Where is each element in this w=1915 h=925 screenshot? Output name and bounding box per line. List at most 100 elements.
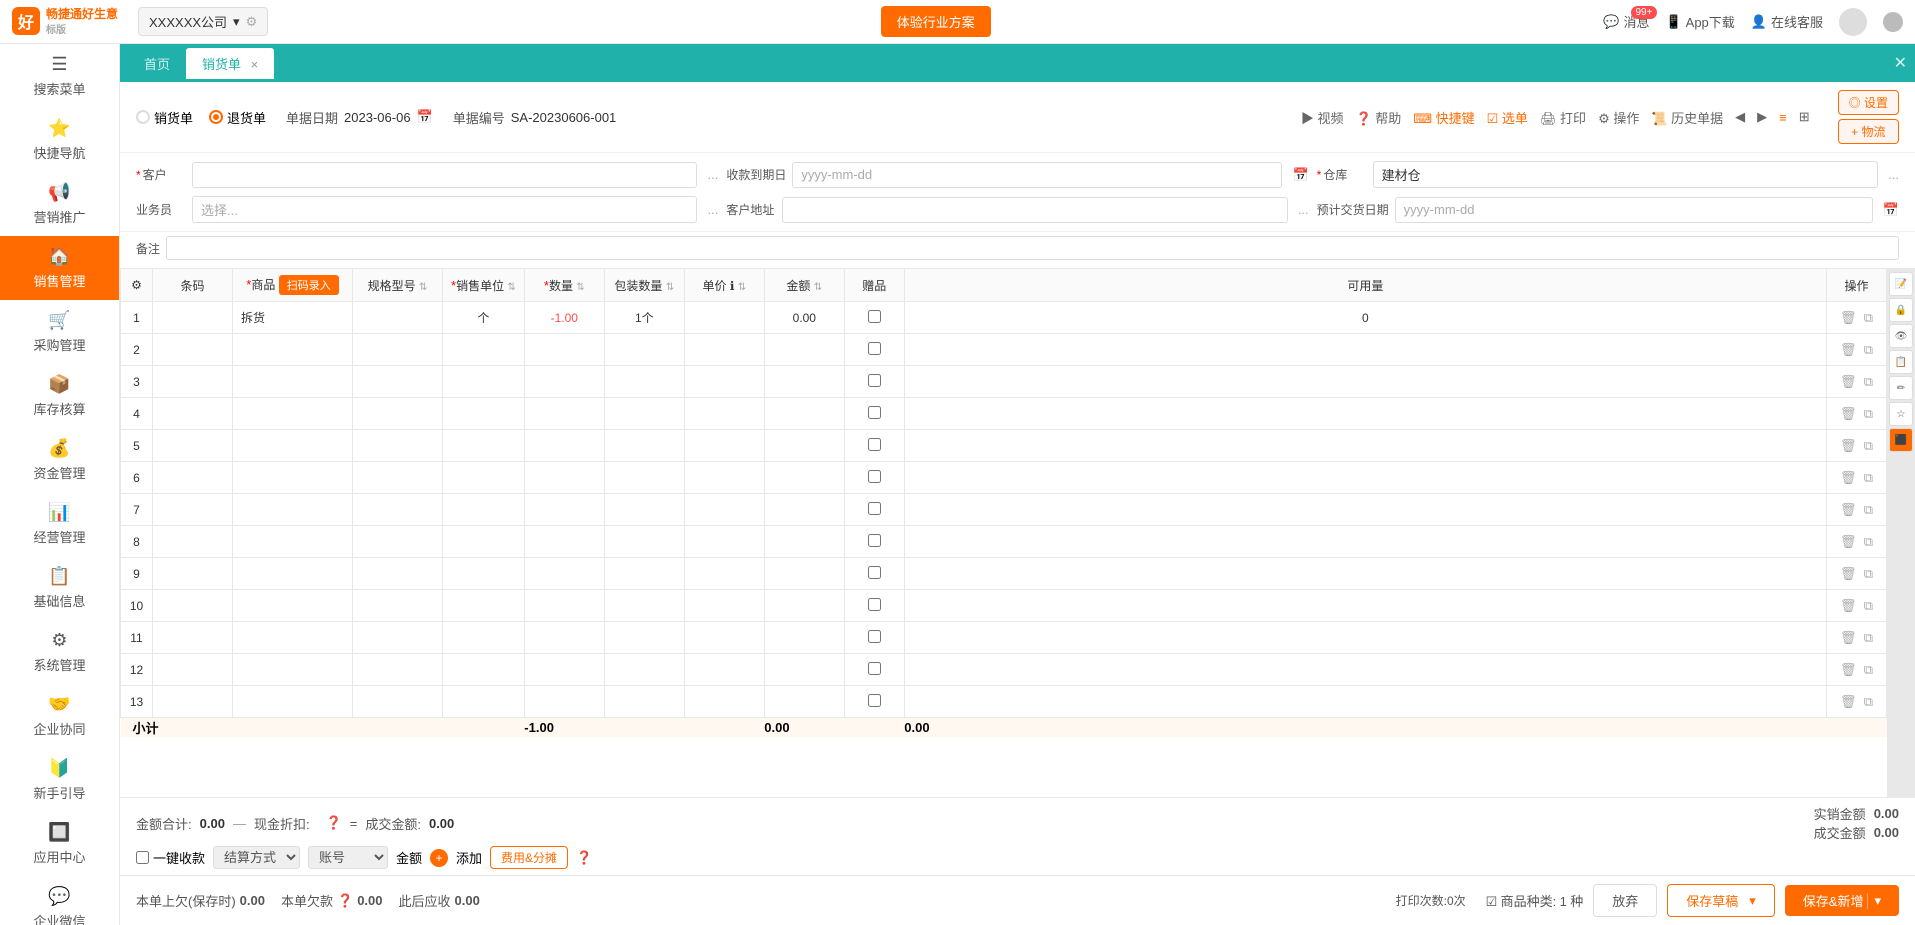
row-qty-5[interactable]: [524, 462, 604, 494]
row-spec-11[interactable]: [353, 654, 443, 686]
row-barcode-3[interactable]: [153, 398, 233, 430]
sidebar-item-guide[interactable]: 🔰 新手引导: [0, 748, 119, 812]
row-product-0[interactable]: 拆货: [233, 302, 353, 334]
row-amount-10[interactable]: [764, 622, 844, 654]
row-unit-3[interactable]: [443, 398, 525, 430]
radio-sales[interactable]: 销货单: [136, 108, 193, 127]
operate-btn[interactable]: ⚙ 操作: [1598, 108, 1639, 127]
sidebar-item-apps[interactable]: 🔲 应用中心: [0, 812, 119, 876]
row-delete-icon[interactable]: 🗑: [1840, 598, 1857, 613]
row-pkg-qty-5[interactable]: [604, 462, 684, 494]
row-price-4[interactable]: [684, 430, 764, 462]
print-btn[interactable]: 🖨 打印: [1540, 108, 1586, 127]
view-list-icon[interactable]: ≡: [1779, 110, 1787, 125]
row-product-10[interactable]: [233, 622, 353, 654]
row-gift-9[interactable]: [844, 590, 904, 622]
row-amount-11[interactable]: [764, 654, 844, 686]
row-amount-3[interactable]: [764, 398, 844, 430]
row-amount-5[interactable]: [764, 462, 844, 494]
row-copy-icon[interactable]: ⧉: [1864, 598, 1873, 613]
expected-date-input[interactable]: yyyy-mm-dd: [1395, 197, 1873, 223]
setting-button[interactable]: ◎ 设置: [1838, 90, 1899, 115]
row-copy-icon[interactable]: ⧉: [1864, 374, 1873, 389]
row-barcode-5[interactable]: [153, 462, 233, 494]
row-price-1[interactable]: [684, 334, 764, 366]
customer-input[interactable]: [192, 162, 697, 188]
row-pkg-qty-10[interactable]: [604, 622, 684, 654]
row-qty-3[interactable]: [524, 398, 604, 430]
right-btn-7[interactable]: ⬛: [1889, 428, 1913, 452]
row-spec-5[interactable]: [353, 462, 443, 494]
row-barcode-10[interactable]: [153, 622, 233, 654]
row-unit-5[interactable]: [443, 462, 525, 494]
row-pkg-qty-6[interactable]: [604, 494, 684, 526]
shortcut-btn[interactable]: ⌨ 快捷键: [1413, 108, 1474, 127]
sidebar-item-finance[interactable]: 💰 资金管理: [0, 428, 119, 492]
row-price-8[interactable]: [684, 558, 764, 590]
row-pkg-qty-11[interactable]: [604, 654, 684, 686]
row-unit-7[interactable]: [443, 526, 525, 558]
avatar[interactable]: [1839, 8, 1867, 36]
sidebar-item-purchase[interactable]: 🛒 采购管理: [0, 300, 119, 364]
row-copy-icon[interactable]: ⧉: [1864, 310, 1873, 325]
sidebar-item-inventory[interactable]: 📦 库存核算: [0, 364, 119, 428]
account-select[interactable]: 账号: [308, 846, 388, 869]
row-pkg-qty-4[interactable]: [604, 430, 684, 462]
row-qty-0[interactable]: -1.00: [524, 302, 604, 334]
row-gift-10[interactable]: [844, 622, 904, 654]
customer-address-ellipsis[interactable]: ...: [1298, 202, 1309, 217]
row-gift-3[interactable]: [844, 398, 904, 430]
history-btn[interactable]: 📜 历史单据: [1651, 108, 1723, 127]
row-price-2[interactable]: [684, 366, 764, 398]
method-select[interactable]: 结算方式: [213, 846, 300, 869]
row-unit-4[interactable]: [443, 430, 525, 462]
row-amount-2[interactable]: [764, 366, 844, 398]
tab-bar-close-icon[interactable]: ✕: [1894, 53, 1907, 73]
row-price-9[interactable]: [684, 590, 764, 622]
date-calendar-icon[interactable]: 📅: [417, 109, 433, 125]
row-barcode-0[interactable]: [153, 302, 233, 334]
row-gift-2[interactable]: [844, 366, 904, 398]
row-copy-icon[interactable]: ⧉: [1864, 630, 1873, 645]
tab-sales-order[interactable]: 销货单 ×: [186, 48, 274, 79]
row-barcode-11[interactable]: [153, 654, 233, 686]
trial-btn[interactable]: 体验行业方案: [881, 6, 991, 37]
row-delete-icon[interactable]: 🗑: [1840, 502, 1857, 517]
row-spec-9[interactable]: [353, 590, 443, 622]
warehouse-input[interactable]: 建材仓: [1373, 161, 1878, 188]
row-product-1[interactable]: [233, 334, 353, 366]
row-spec-0[interactable]: [353, 302, 443, 334]
row-qty-1[interactable]: [524, 334, 604, 366]
row-spec-3[interactable]: [353, 398, 443, 430]
sidebar-item-search[interactable]: ☰ 搜索菜单: [0, 44, 119, 108]
row-copy-icon[interactable]: ⧉: [1864, 470, 1873, 485]
sidebar-item-quicknav[interactable]: ⭐ 快捷导航: [0, 108, 119, 172]
row-delete-icon[interactable]: 🗑: [1840, 406, 1857, 421]
salesman-ellipsis[interactable]: ...: [707, 202, 718, 217]
row-amount-8[interactable]: [764, 558, 844, 590]
help-btn[interactable]: ❓ 帮助: [1355, 108, 1401, 127]
row-barcode-2[interactable]: [153, 366, 233, 398]
save-new-button[interactable]: 保存&新增 ▾: [1785, 885, 1899, 916]
right-btn-3[interactable]: 👁: [1889, 324, 1913, 348]
sidebar-item-system[interactable]: ⚙ 系统管理: [0, 620, 119, 684]
right-btn-2[interactable]: 🔒: [1889, 298, 1913, 322]
sidebar-item-sales[interactable]: 🏠 销售管理: [0, 236, 119, 300]
row-delete-icon[interactable]: 🗑: [1840, 662, 1857, 677]
row-price-11[interactable]: [684, 654, 764, 686]
row-product-5[interactable]: [233, 462, 353, 494]
row-gift-4[interactable]: [844, 430, 904, 462]
row-pkg-qty-12[interactable]: [604, 686, 684, 718]
row-copy-icon[interactable]: ⧉: [1864, 438, 1873, 453]
row-copy-icon[interactable]: ⧉: [1864, 502, 1873, 517]
row-spec-1[interactable]: [353, 334, 443, 366]
row-product-4[interactable]: [233, 430, 353, 462]
discard-button[interactable]: 放弃: [1593, 884, 1657, 917]
col-settings[interactable]: ⚙: [121, 269, 153, 302]
row-price-7[interactable]: [684, 526, 764, 558]
save-draft-chevron[interactable]: ▾: [1742, 893, 1756, 909]
row-delete-icon[interactable]: 🗑: [1840, 534, 1857, 549]
sidebar-item-marketing[interactable]: 📢 营销推广: [0, 172, 119, 236]
row-unit-11[interactable]: [443, 654, 525, 686]
company-selector[interactable]: XXXXXX公司 ▾ ⚙: [138, 7, 268, 36]
